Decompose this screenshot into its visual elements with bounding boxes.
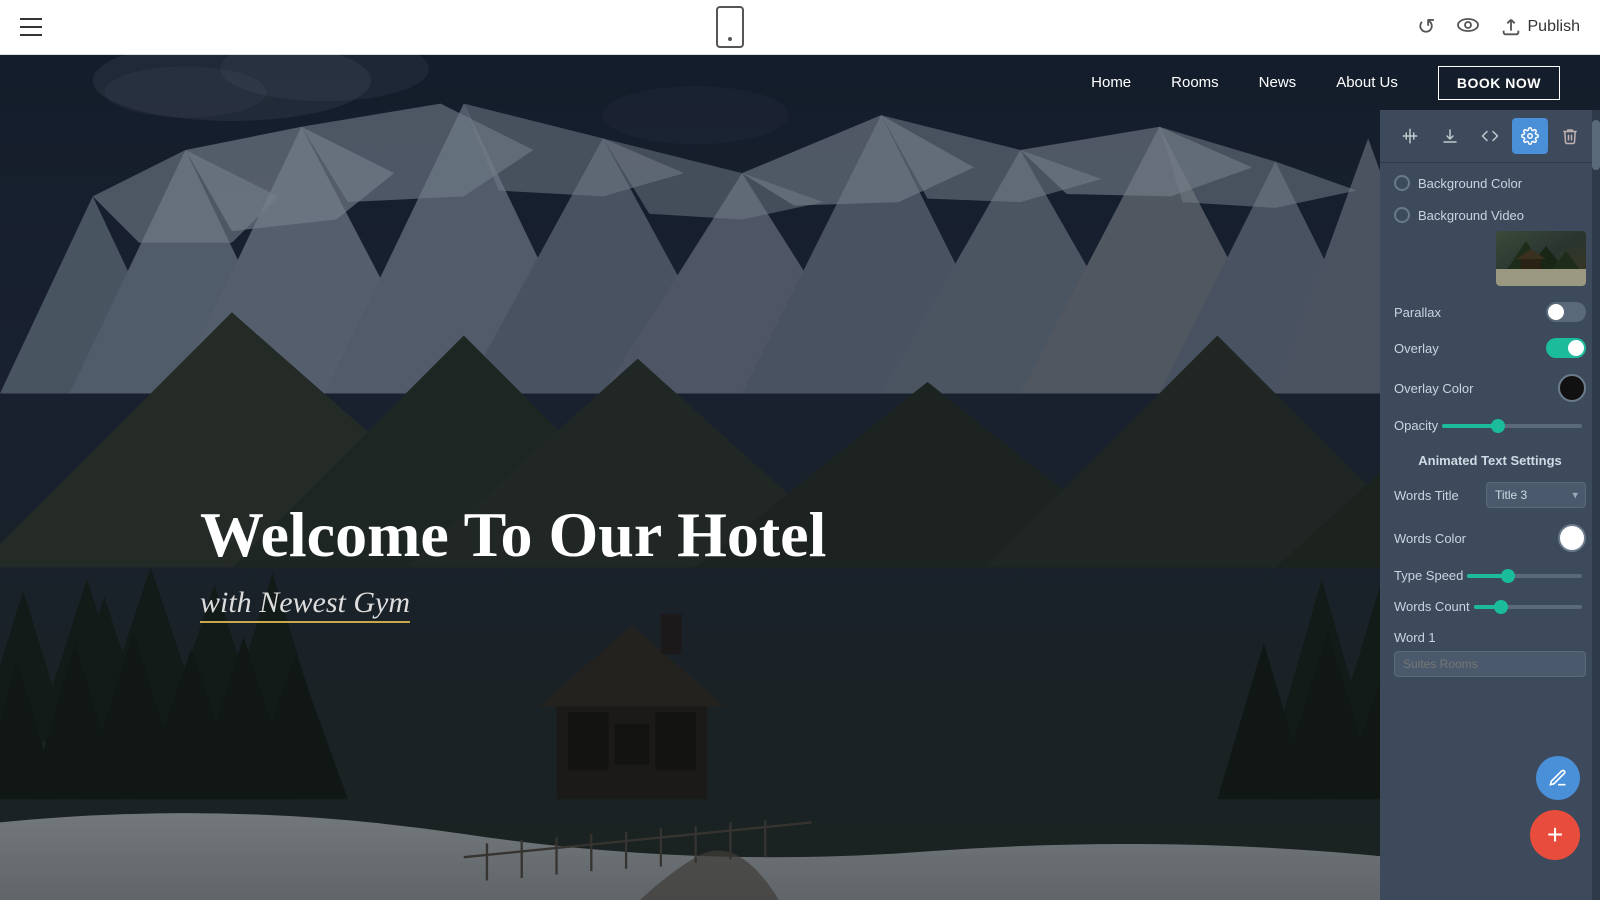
words-title-dropdown-wrapper: Title 1 Title 2 Title 3 Title 4 <box>1486 482 1586 508</box>
opacity-slider[interactable] <box>1442 424 1582 428</box>
word1-row: Word 1 <box>1394 630 1586 677</box>
words-count-label: Words Count <box>1394 599 1470 614</box>
top-toolbar: ↺ Publish <box>0 0 1600 55</box>
words-title-label: Words Title <box>1394 488 1459 503</box>
opacity-label: Opacity <box>1394 418 1438 433</box>
words-count-row: Words Count <box>1394 599 1586 614</box>
type-speed-slider[interactable] <box>1467 574 1582 578</box>
add-fab-icon: + <box>1547 819 1563 851</box>
undo-icon[interactable]: ↺ <box>1417 14 1435 40</box>
overlay-toggle[interactable] <box>1546 338 1586 358</box>
type-speed-row: Type Speed <box>1394 568 1586 583</box>
parallax-row: Parallax <box>1394 302 1586 322</box>
type-speed-label: Type Speed <box>1394 568 1463 583</box>
toolbar-left <box>20 15 42 39</box>
words-count-slider[interactable] <box>1474 605 1582 609</box>
toolbar-right: ↺ Publish <box>1417 13 1580 42</box>
nav-home[interactable]: Home <box>1091 74 1131 91</box>
hero-subtitle: with Newest Gym <box>200 586 826 620</box>
bg-video-row: Background Video <box>1394 207 1586 286</box>
publish-label: Publish <box>1528 18 1580 36</box>
hamburger-menu[interactable] <box>20 15 42 39</box>
words-title-select[interactable]: Title 1 Title 2 Title 3 Title 4 <box>1486 482 1586 508</box>
book-now-button[interactable]: BOOK NOW <box>1438 66 1560 100</box>
panel-toolbar <box>1380 110 1600 163</box>
edit-fab[interactable] <box>1536 756 1580 800</box>
parallax-label: Parallax <box>1394 305 1441 320</box>
hero-text-block: Welcome To Our Hotel with Newest Gym <box>200 500 826 620</box>
parallax-toggle[interactable] <box>1546 302 1586 322</box>
word1-label: Word 1 <box>1394 630 1436 645</box>
canvas-area: Home Rooms News About Us BOOK NOW Welcom… <box>0 55 1600 900</box>
animated-text-header: Animated Text Settings <box>1394 449 1586 468</box>
panel-trash-btn[interactable] <box>1552 118 1588 154</box>
hero-subtitle-highlight: Newest Gym <box>259 586 410 623</box>
navbar: Home Rooms News About Us BOOK NOW <box>0 55 1600 110</box>
nav-news[interactable]: News <box>1259 74 1297 91</box>
add-fab[interactable]: + <box>1530 810 1580 860</box>
bg-video-label: Background Video <box>1418 208 1524 223</box>
bg-color-radio[interactable] <box>1394 175 1410 191</box>
overlay-color-label: Overlay Color <box>1394 381 1473 396</box>
preview-icon[interactable] <box>1456 13 1480 42</box>
panel-move-btn[interactable] <box>1392 118 1428 154</box>
opacity-row: Opacity <box>1394 418 1586 433</box>
overlay-row: Overlay <box>1394 338 1586 358</box>
panel-download-btn[interactable] <box>1432 118 1468 154</box>
bg-video-radio[interactable] <box>1394 207 1410 223</box>
hero-title: Welcome To Our Hotel <box>200 500 826 570</box>
hero-background-svg <box>0 55 1600 900</box>
mobile-preview-icon[interactable] <box>716 6 744 48</box>
words-title-row: Words Title Title 1 Title 2 Title 3 Titl… <box>1394 482 1586 508</box>
bg-video-thumbnail[interactable] <box>1496 231 1586 286</box>
hero-subtitle-prefix: with <box>200 586 259 623</box>
words-color-row: Words Color <box>1394 524 1586 552</box>
hero-section: Home Rooms News About Us BOOK NOW Welcom… <box>0 55 1600 900</box>
overlay-color-row: Overlay Color <box>1394 374 1586 402</box>
overlay-color-swatch[interactable] <box>1558 374 1586 402</box>
panel-scrollbar-thumb[interactable] <box>1592 120 1600 170</box>
word1-input[interactable] <box>1394 651 1586 677</box>
panel-code-btn[interactable] <box>1472 118 1508 154</box>
panel-settings-btn[interactable] <box>1512 118 1548 154</box>
overlay-label: Overlay <box>1394 341 1439 356</box>
words-color-label: Words Color <box>1394 531 1466 546</box>
panel-scrollbar <box>1592 110 1600 900</box>
nav-rooms[interactable]: Rooms <box>1171 74 1219 91</box>
nav-about[interactable]: About Us <box>1336 74 1398 91</box>
publish-button[interactable]: Publish <box>1500 16 1580 38</box>
toolbar-center <box>716 6 744 48</box>
bg-color-label: Background Color <box>1418 176 1522 191</box>
words-color-swatch[interactable] <box>1558 524 1586 552</box>
bg-color-row: Background Color <box>1394 175 1586 191</box>
